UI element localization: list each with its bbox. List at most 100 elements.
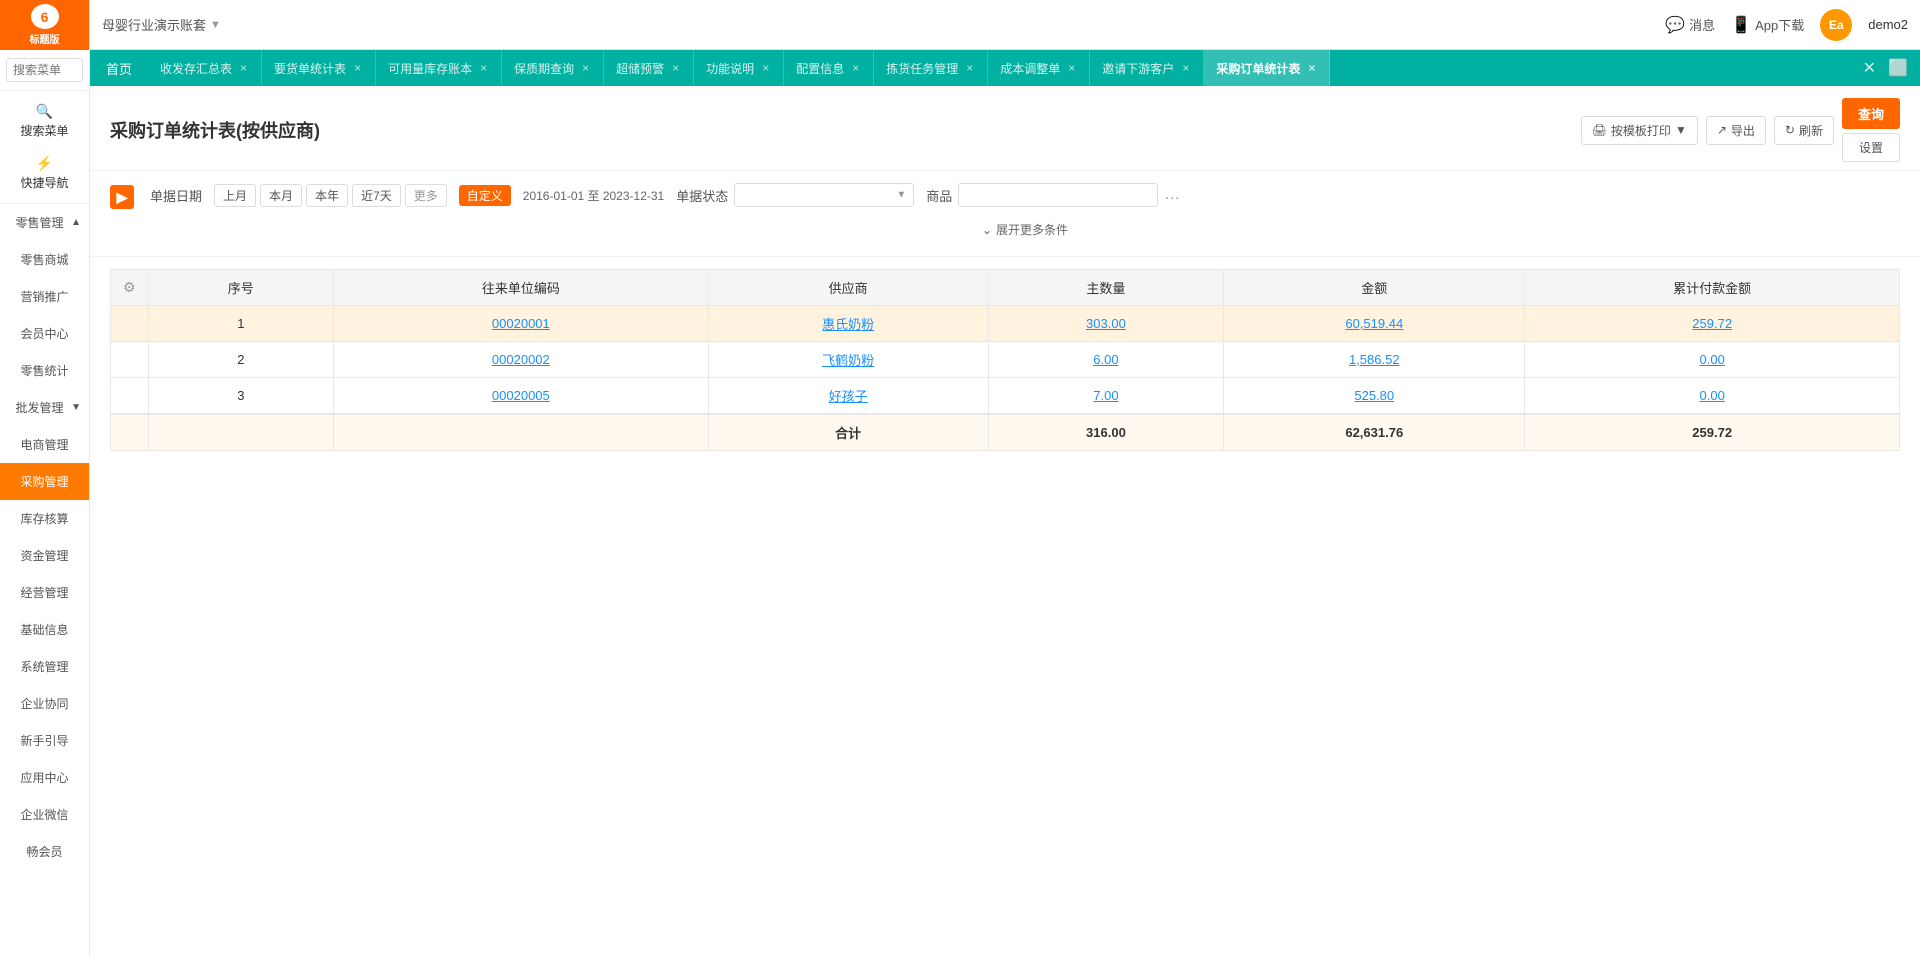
table-row: 1 00020001 惠氏奶粉 303.00 60,519.4	[111, 306, 1900, 342]
sidebar-item-ecommerce[interactable]: 电商管理	[0, 426, 89, 463]
row2-paid-amount-link[interactable]: 0.00	[1700, 352, 1725, 367]
date-shortcut-7days[interactable]: 近7天	[352, 184, 401, 207]
table-row: 3 00020005 好孩子 7.00 525.80	[111, 378, 1900, 415]
row3-paid-amount-cell: 0.00	[1525, 378, 1900, 415]
query-button[interactable]: 查询	[1842, 98, 1900, 129]
sidebar-item-guide[interactable]: 新手引导	[0, 722, 89, 759]
tab-invite-downstream[interactable]: 邀请下游客户 ×	[1090, 50, 1204, 86]
tab-function-desc[interactable]: 功能说明 ×	[694, 50, 784, 86]
tab-overstock-warning[interactable]: 超储预警 ×	[604, 50, 694, 86]
sidebar-item-apps[interactable]: 应用中心	[0, 759, 89, 796]
tab-cost-adjust-close[interactable]: ×	[1066, 61, 1077, 75]
row2-supplier-name-cell: 飞鹤奶粉	[708, 342, 988, 378]
row2-amount-link[interactable]: 1,586.52	[1349, 352, 1400, 367]
sidebar-item-purchase[interactable]: 采购管理	[0, 463, 89, 500]
row1-supplier-name-link[interactable]: 惠氏奶粉	[822, 317, 874, 332]
sidebar-item-wechat[interactable]: 企业微信	[0, 796, 89, 833]
date-shortcut-this-month[interactable]: 本月	[260, 184, 302, 207]
sidebar-item-member2[interactable]: 畅会员	[0, 833, 89, 870]
sidebar-item-marketing[interactable]: 营销推广	[0, 278, 89, 315]
sidebar-item-basic[interactable]: 基础信息	[0, 611, 89, 648]
sidebar-item-member2-label: 畅会员	[26, 843, 62, 860]
sidebar-item-retail[interactable]: 零售管理 ▲	[0, 204, 89, 241]
date-shortcut-last-month[interactable]: 上月	[214, 184, 256, 207]
tab-config-info-close[interactable]: ×	[850, 61, 861, 75]
sidebar-item-retail-stats[interactable]: 零售统计	[0, 352, 89, 389]
data-table: ⚙ 序号 往来单位编码 供应商 主数量 金额 累计付款金额	[110, 269, 1900, 451]
row3-supplier-name-link[interactable]: 好孩子	[829, 389, 868, 404]
tab-expiry-query-close[interactable]: ×	[580, 61, 591, 75]
tab-cost-adjust[interactable]: 成本调整单 ×	[988, 50, 1090, 86]
sidebar-item-wholesale[interactable]: 批发管理 ▼	[0, 389, 89, 426]
page-panel: 采购订单统计表(按供应商) 🖨 按模板打印 ▼ ↗ 导出 ↻ 刷新	[90, 86, 1920, 957]
table-header: ⚙ 序号 往来单位编码 供应商 主数量 金额 累计付款金额	[111, 270, 1900, 306]
sidebar-item-operations[interactable]: 经营管理	[0, 574, 89, 611]
export-button[interactable]: ↗ 导出	[1706, 116, 1766, 145]
tab-function-desc-close[interactable]: ×	[760, 61, 771, 75]
row3-supplier-code-link[interactable]: 00020005	[492, 388, 550, 403]
status-select[interactable]	[734, 183, 914, 207]
tab-pick-task-close[interactable]: ×	[964, 61, 975, 75]
tab-inventory-book[interactable]: 可用量库存账本 ×	[376, 50, 502, 86]
row2-supplier-name-link[interactable]: 飞鹤奶粉	[822, 353, 874, 368]
status-filter-field: 单据状态	[676, 183, 914, 207]
template-print-button[interactable]: 🖨 按模板打印 ▼	[1581, 116, 1698, 145]
row3-paid-amount-link[interactable]: 0.00	[1700, 388, 1725, 403]
refresh-label: 刷新	[1799, 122, 1823, 139]
search-input[interactable]	[6, 58, 83, 82]
sidebar-item-member[interactable]: 会员中心	[0, 315, 89, 352]
goods-input-more-icon[interactable]: …	[1164, 186, 1180, 204]
expand-more-button[interactable]: ⌄ 展开更多条件	[150, 215, 1900, 244]
tab-expiry-query[interactable]: 保质期查询 ×	[502, 50, 604, 86]
row2-supplier-code-link[interactable]: 00020002	[492, 352, 550, 367]
tab-receive-summary-close[interactable]: ×	[238, 61, 249, 75]
goods-input[interactable]	[958, 183, 1158, 207]
tab-order-summary-close[interactable]: ×	[352, 61, 363, 75]
tab-overstock-warning-close[interactable]: ×	[670, 61, 681, 75]
sidebar-item-retail-shop[interactable]: 零售商城	[0, 241, 89, 278]
date-shortcut-this-year[interactable]: 本年	[306, 184, 348, 207]
table-footer-row: 合计 316.00 62,631.76 259.72	[111, 414, 1900, 451]
tab-inventory-book-close[interactable]: ×	[478, 61, 489, 75]
table-settings-gear-icon[interactable]: ⚙	[123, 279, 136, 295]
tab-config-info[interactable]: 配置信息 ×	[784, 50, 874, 86]
tabbar-maximize-btn[interactable]: ⬜	[1884, 56, 1912, 80]
tab-invite-downstream-close[interactable]: ×	[1180, 61, 1191, 75]
sidebar-item-system[interactable]: 系统管理	[0, 648, 89, 685]
row3-main-qty-link[interactable]: 7.00	[1093, 388, 1118, 403]
settings-button[interactable]: 设置	[1842, 133, 1900, 162]
template-dropdown-icon: ▼	[1675, 123, 1687, 137]
avatar-text: Ea	[1829, 18, 1844, 32]
tab-receive-summary[interactable]: 收发存汇总表 ×	[148, 50, 262, 86]
sidebar-item-finance[interactable]: 资金管理	[0, 537, 89, 574]
sidebar-item-search[interactable]: 🔍 搜索菜单	[0, 95, 89, 147]
refresh-button[interactable]: ↻ 刷新	[1774, 116, 1834, 145]
tab-home[interactable]: 首页	[90, 50, 148, 86]
message-button[interactable]: 💬 消息	[1665, 15, 1715, 35]
date-shortcut-more[interactable]: 更多	[405, 184, 447, 207]
tab-order-summary[interactable]: 要货单统计表 ×	[262, 50, 376, 86]
sidebar-item-wechat-label: 企业微信	[20, 806, 68, 823]
row1-paid-amount-link[interactable]: 259.72	[1692, 316, 1732, 331]
sidebar-item-system-label: 系统管理	[20, 658, 68, 675]
sidebar-item-corp[interactable]: 企业协同	[0, 685, 89, 722]
date-custom-badge[interactable]: 自定义	[459, 185, 511, 206]
tabbar-close-all-btn[interactable]: ✕	[1859, 56, 1880, 80]
tab-pick-task[interactable]: 拣货任务管理 ×	[874, 50, 988, 86]
row1-main-qty-link[interactable]: 303.00	[1086, 316, 1126, 331]
row2-main-qty-link[interactable]: 6.00	[1093, 352, 1118, 367]
user-avatar[interactable]: Ea	[1820, 9, 1852, 41]
app-download-button[interactable]: 📱 App下载	[1731, 15, 1804, 35]
sidebar-search-area	[0, 50, 89, 91]
sidebar-item-shortcut[interactable]: ⚡ 快捷导航	[0, 147, 89, 199]
username-label[interactable]: demo2	[1868, 17, 1908, 32]
tab-purchase-stats[interactable]: 采购订单统计表 ×	[1204, 50, 1330, 86]
workspace-selector[interactable]: 母婴行业演示账套 ▼	[102, 15, 221, 34]
row1-supplier-code-link[interactable]: 00020001	[492, 316, 550, 331]
tab-purchase-stats-close[interactable]: ×	[1306, 61, 1317, 75]
date-range-text: 2016-01-01 至 2023-12-31	[523, 187, 664, 204]
row1-amount-link[interactable]: 60,519.44	[1345, 316, 1403, 331]
sidebar-item-inventory[interactable]: 库存核算	[0, 500, 89, 537]
filter-toggle-button[interactable]: ▶	[110, 185, 134, 209]
row3-amount-link[interactable]: 525.80	[1354, 388, 1394, 403]
